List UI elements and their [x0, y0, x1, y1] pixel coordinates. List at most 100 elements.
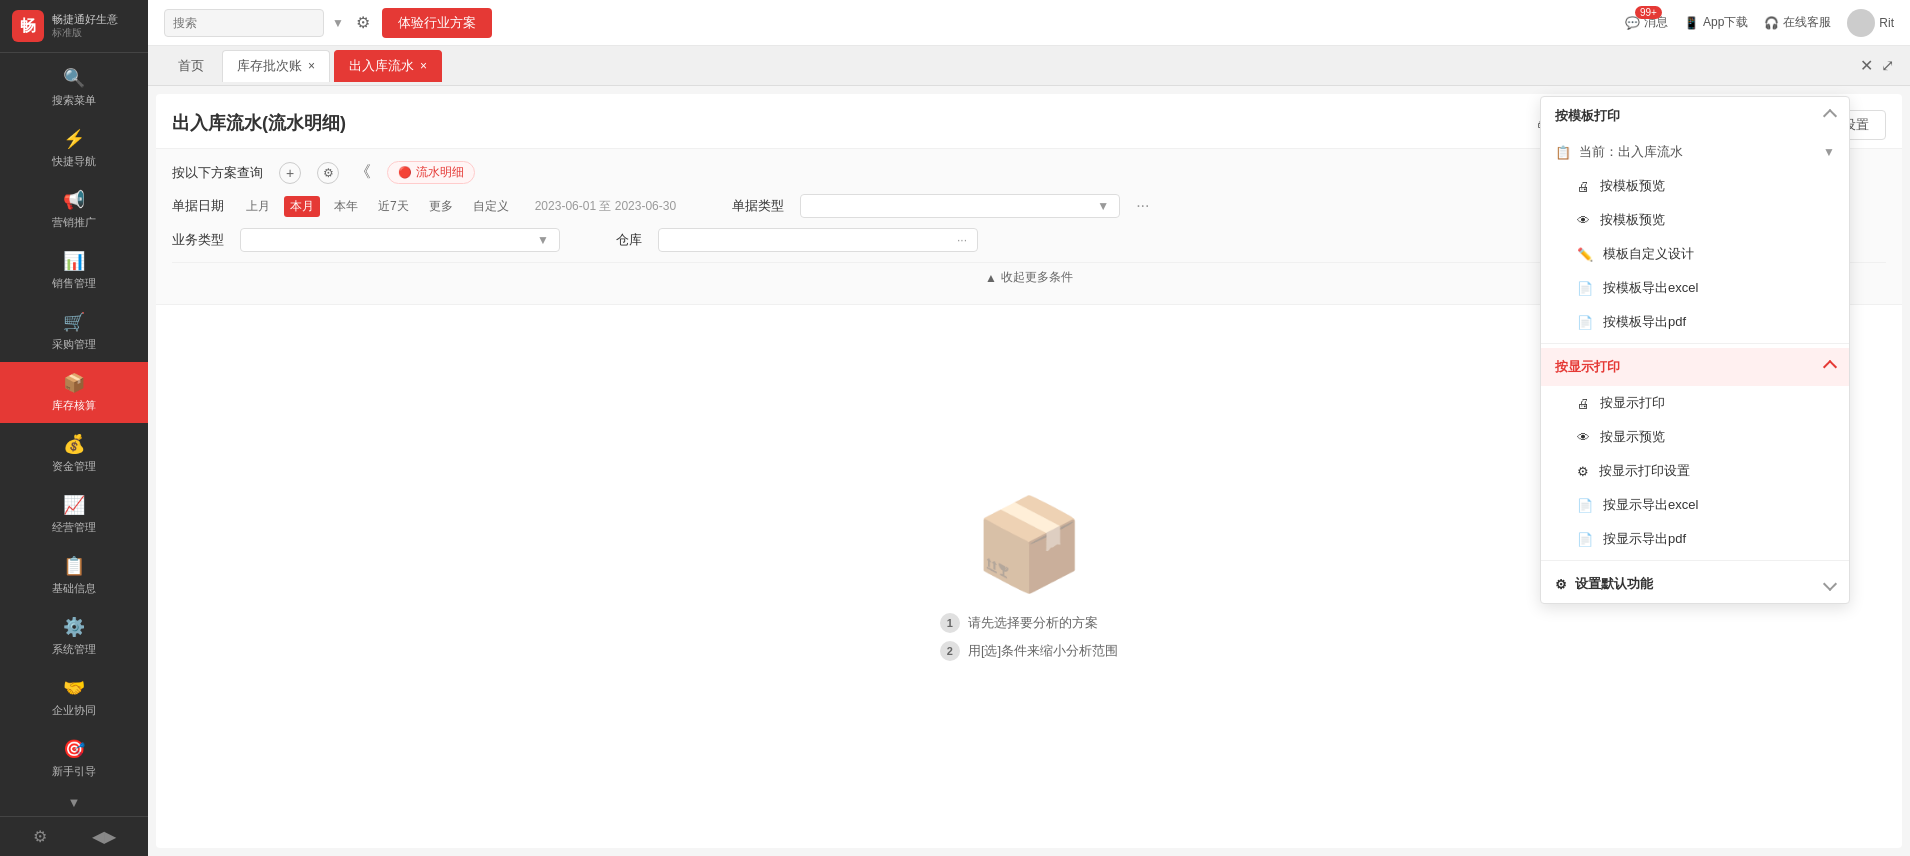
close-all-tabs-button[interactable]: ✕ — [1860, 56, 1873, 75]
sidebar-item-sales[interactable]: 📊 销售管理 — [0, 240, 148, 301]
sidebar-nav: 🔍 搜索菜单 ⚡ 快捷导航 📢 营销推广 📊 销售管理 🛒 采购管理 📦 库存核… — [0, 53, 148, 789]
dropdown-current-item[interactable]: 📋 当前：出入库流水 ▼ — [1541, 135, 1849, 169]
tab-area-actions: ✕ ⤢ — [1860, 56, 1894, 75]
sidebar-item-enterprise[interactable]: 🤝 企业协同 — [0, 667, 148, 728]
template-preview-icon: 👁 — [1577, 213, 1590, 228]
sidebar-item-operation[interactable]: 📈 经营管理 — [0, 484, 148, 545]
tab-close-batch[interactable]: × — [308, 59, 315, 73]
template-pdf-icon: 📄 — [1577, 315, 1593, 330]
display-print-icon: 🖨 — [1577, 396, 1590, 411]
dropdown-display-preview-item[interactable]: 👁 按显示预览 — [1541, 420, 1849, 454]
empty-step-1: 1 请先选择要分析的方案 — [940, 613, 1118, 633]
dropdown-template-preview-item[interactable]: 👁 按模板预览 按模板预览 — [1541, 203, 1849, 237]
receipt-type-more-icon[interactable]: ··· — [1136, 197, 1149, 215]
display-preview-icon: 👁 — [1577, 430, 1590, 445]
maximize-button[interactable]: ⤢ — [1881, 56, 1894, 75]
app-download-button[interactable]: 📱 App下载 — [1684, 14, 1748, 31]
sidebar-item-guide[interactable]: 🎯 新手引导 — [0, 728, 148, 789]
date-more[interactable]: 更多 — [423, 196, 459, 217]
tabs-container: 首页 库存批次账 × 出入库流水 × — [164, 50, 1860, 82]
date-current-year[interactable]: 本年 — [328, 196, 364, 217]
dropdown-display-excel-item[interactable]: 📄 按显示导出excel — [1541, 488, 1849, 522]
dropdown-header[interactable]: 按模板打印 — [1541, 97, 1849, 135]
warehouse-select[interactable]: ··· — [658, 228, 978, 252]
date-last-month[interactable]: 上月 — [240, 196, 276, 217]
warehouse-label: 仓库 — [616, 231, 642, 249]
sidebar-item-quick-nav[interactable]: ⚡ 快捷导航 — [0, 118, 148, 179]
dropdown-display-print-header[interactable]: 按显示打印 — [1541, 348, 1849, 386]
date-custom[interactable]: 自定义 — [467, 196, 515, 217]
template-excel-icon: 📄 — [1577, 281, 1593, 296]
empty-steps: 1 请先选择要分析的方案 2 用[选]条件来缩小分析范围 — [940, 613, 1118, 661]
search-chevron-icon[interactable]: ▼ — [332, 16, 344, 30]
finance-icon: 💰 — [63, 433, 85, 455]
dropdown-divider-2 — [1541, 560, 1849, 561]
filter-tag-item[interactable]: 🔴 流水明细 — [387, 161, 475, 184]
date-range-display: 2023-06-01 至 2023-06-30 — [535, 198, 676, 215]
business-type-label: 业务类型 — [172, 231, 224, 249]
search-menu-icon: 🔍 — [63, 67, 85, 89]
filter-add-button[interactable]: + — [279, 162, 301, 184]
tab-inventory-flow[interactable]: 出入库流水 × — [334, 50, 442, 82]
username-label: Rit — [1879, 16, 1894, 30]
sidebar-item-marketing[interactable]: 📢 营销推广 — [0, 179, 148, 240]
app-download-icon: 📱 — [1684, 16, 1699, 30]
online-service-button[interactable]: 🎧 在线客服 — [1764, 14, 1831, 31]
trial-button[interactable]: 体验行业方案 — [382, 8, 492, 38]
tab-close-flow[interactable]: × — [420, 59, 427, 73]
sidebar-scroll-down[interactable]: ▼ — [0, 789, 148, 816]
dropdown-display-print-item[interactable]: 🖨 按显示打印 — [1541, 386, 1849, 420]
chevron-up-icon: ▲ — [985, 271, 997, 285]
purchase-icon: 🛒 — [63, 311, 85, 333]
sidebar-settings-btn[interactable]: ⚙ — [33, 827, 47, 846]
inventory-icon: 📦 — [63, 372, 85, 394]
sidebar-item-basic[interactable]: 📋 基础信息 — [0, 545, 148, 606]
date-7days[interactable]: 近7天 — [372, 196, 415, 217]
display-print-chevron-icon — [1823, 360, 1837, 374]
business-type-select[interactable]: ▼ — [240, 228, 560, 252]
business-type-chevron-icon: ▼ — [537, 233, 549, 247]
filter-settings-button[interactable]: ⚙ — [317, 162, 339, 184]
tab-batch-account[interactable]: 库存批次账 × — [222, 50, 330, 82]
quick-nav-icon: ⚡ — [63, 128, 85, 150]
headset-icon: 🎧 — [1764, 16, 1779, 30]
operation-icon: 📈 — [63, 494, 85, 516]
display-pdf-icon: 📄 — [1577, 532, 1593, 547]
date-current-month[interactable]: 本月 — [284, 196, 320, 217]
template-custom-icon: ✏️ — [1577, 247, 1593, 262]
filter-collapse-button[interactable]: 《 — [355, 162, 371, 183]
sidebar-item-search-menu[interactable]: 🔍 搜索菜单 — [0, 57, 148, 118]
receipt-type-label: 单据类型 — [732, 197, 784, 215]
current-item-chevron-icon: ▼ — [1823, 145, 1835, 159]
dropdown-default-settings-header[interactable]: ⚙ 设置默认功能 — [1541, 565, 1849, 603]
sidebar-collapse-btn[interactable]: ◀▶ — [92, 827, 116, 846]
sidebar-bottom: ⚙ ◀▶ — [0, 816, 148, 856]
dropdown-template-custom-item[interactable]: ✏️ 模板自定义设计 — [1541, 237, 1849, 271]
sidebar-item-inventory[interactable]: 📦 库存核算 — [0, 362, 148, 423]
sidebar-item-system[interactable]: ⚙️ 系统管理 — [0, 606, 148, 667]
display-excel-icon: 📄 — [1577, 498, 1593, 513]
dropdown-template-pdf-item[interactable]: 📄 按模板导出pdf — [1541, 305, 1849, 339]
dropdown-display-pdf-item[interactable]: 📄 按显示导出pdf — [1541, 522, 1849, 556]
sales-icon: 📊 — [63, 250, 85, 272]
dropdown-template-excel-item[interactable]: 📄 按模板导出excel — [1541, 271, 1849, 305]
dropdown-header-chevron-icon — [1823, 109, 1837, 123]
logo-icon: 畅 — [12, 10, 44, 42]
search-input[interactable] — [164, 9, 324, 37]
message-button[interactable]: 💬 消息 99+ — [1625, 14, 1668, 31]
topbar-right: 💬 消息 99+ 📱 App下载 🎧 在线客服 Rit — [1625, 9, 1894, 37]
default-settings-chevron-icon — [1823, 577, 1837, 591]
avatar — [1847, 9, 1875, 37]
page-title: 出入库流水(流水明细) — [172, 111, 346, 135]
receipt-type-select[interactable]: ▼ — [800, 194, 1120, 218]
user-avatar-area[interactable]: Rit — [1847, 9, 1894, 37]
tab-home[interactable]: 首页 — [164, 50, 218, 82]
dropdown-template-print-item[interactable]: 🖨 按模板预览 — [1541, 169, 1849, 203]
enterprise-icon: 🤝 — [63, 677, 85, 699]
sidebar-item-purchase[interactable]: 🛒 采购管理 — [0, 301, 148, 362]
system-icon: ⚙️ — [63, 616, 85, 638]
topbar-gear-icon[interactable]: ⚙ — [356, 13, 370, 32]
sidebar-item-finance[interactable]: 💰 资金管理 — [0, 423, 148, 484]
filter-tag-icon: 🔴 — [398, 166, 412, 179]
dropdown-display-settings-item[interactable]: ⚙ 按显示打印设置 — [1541, 454, 1849, 488]
